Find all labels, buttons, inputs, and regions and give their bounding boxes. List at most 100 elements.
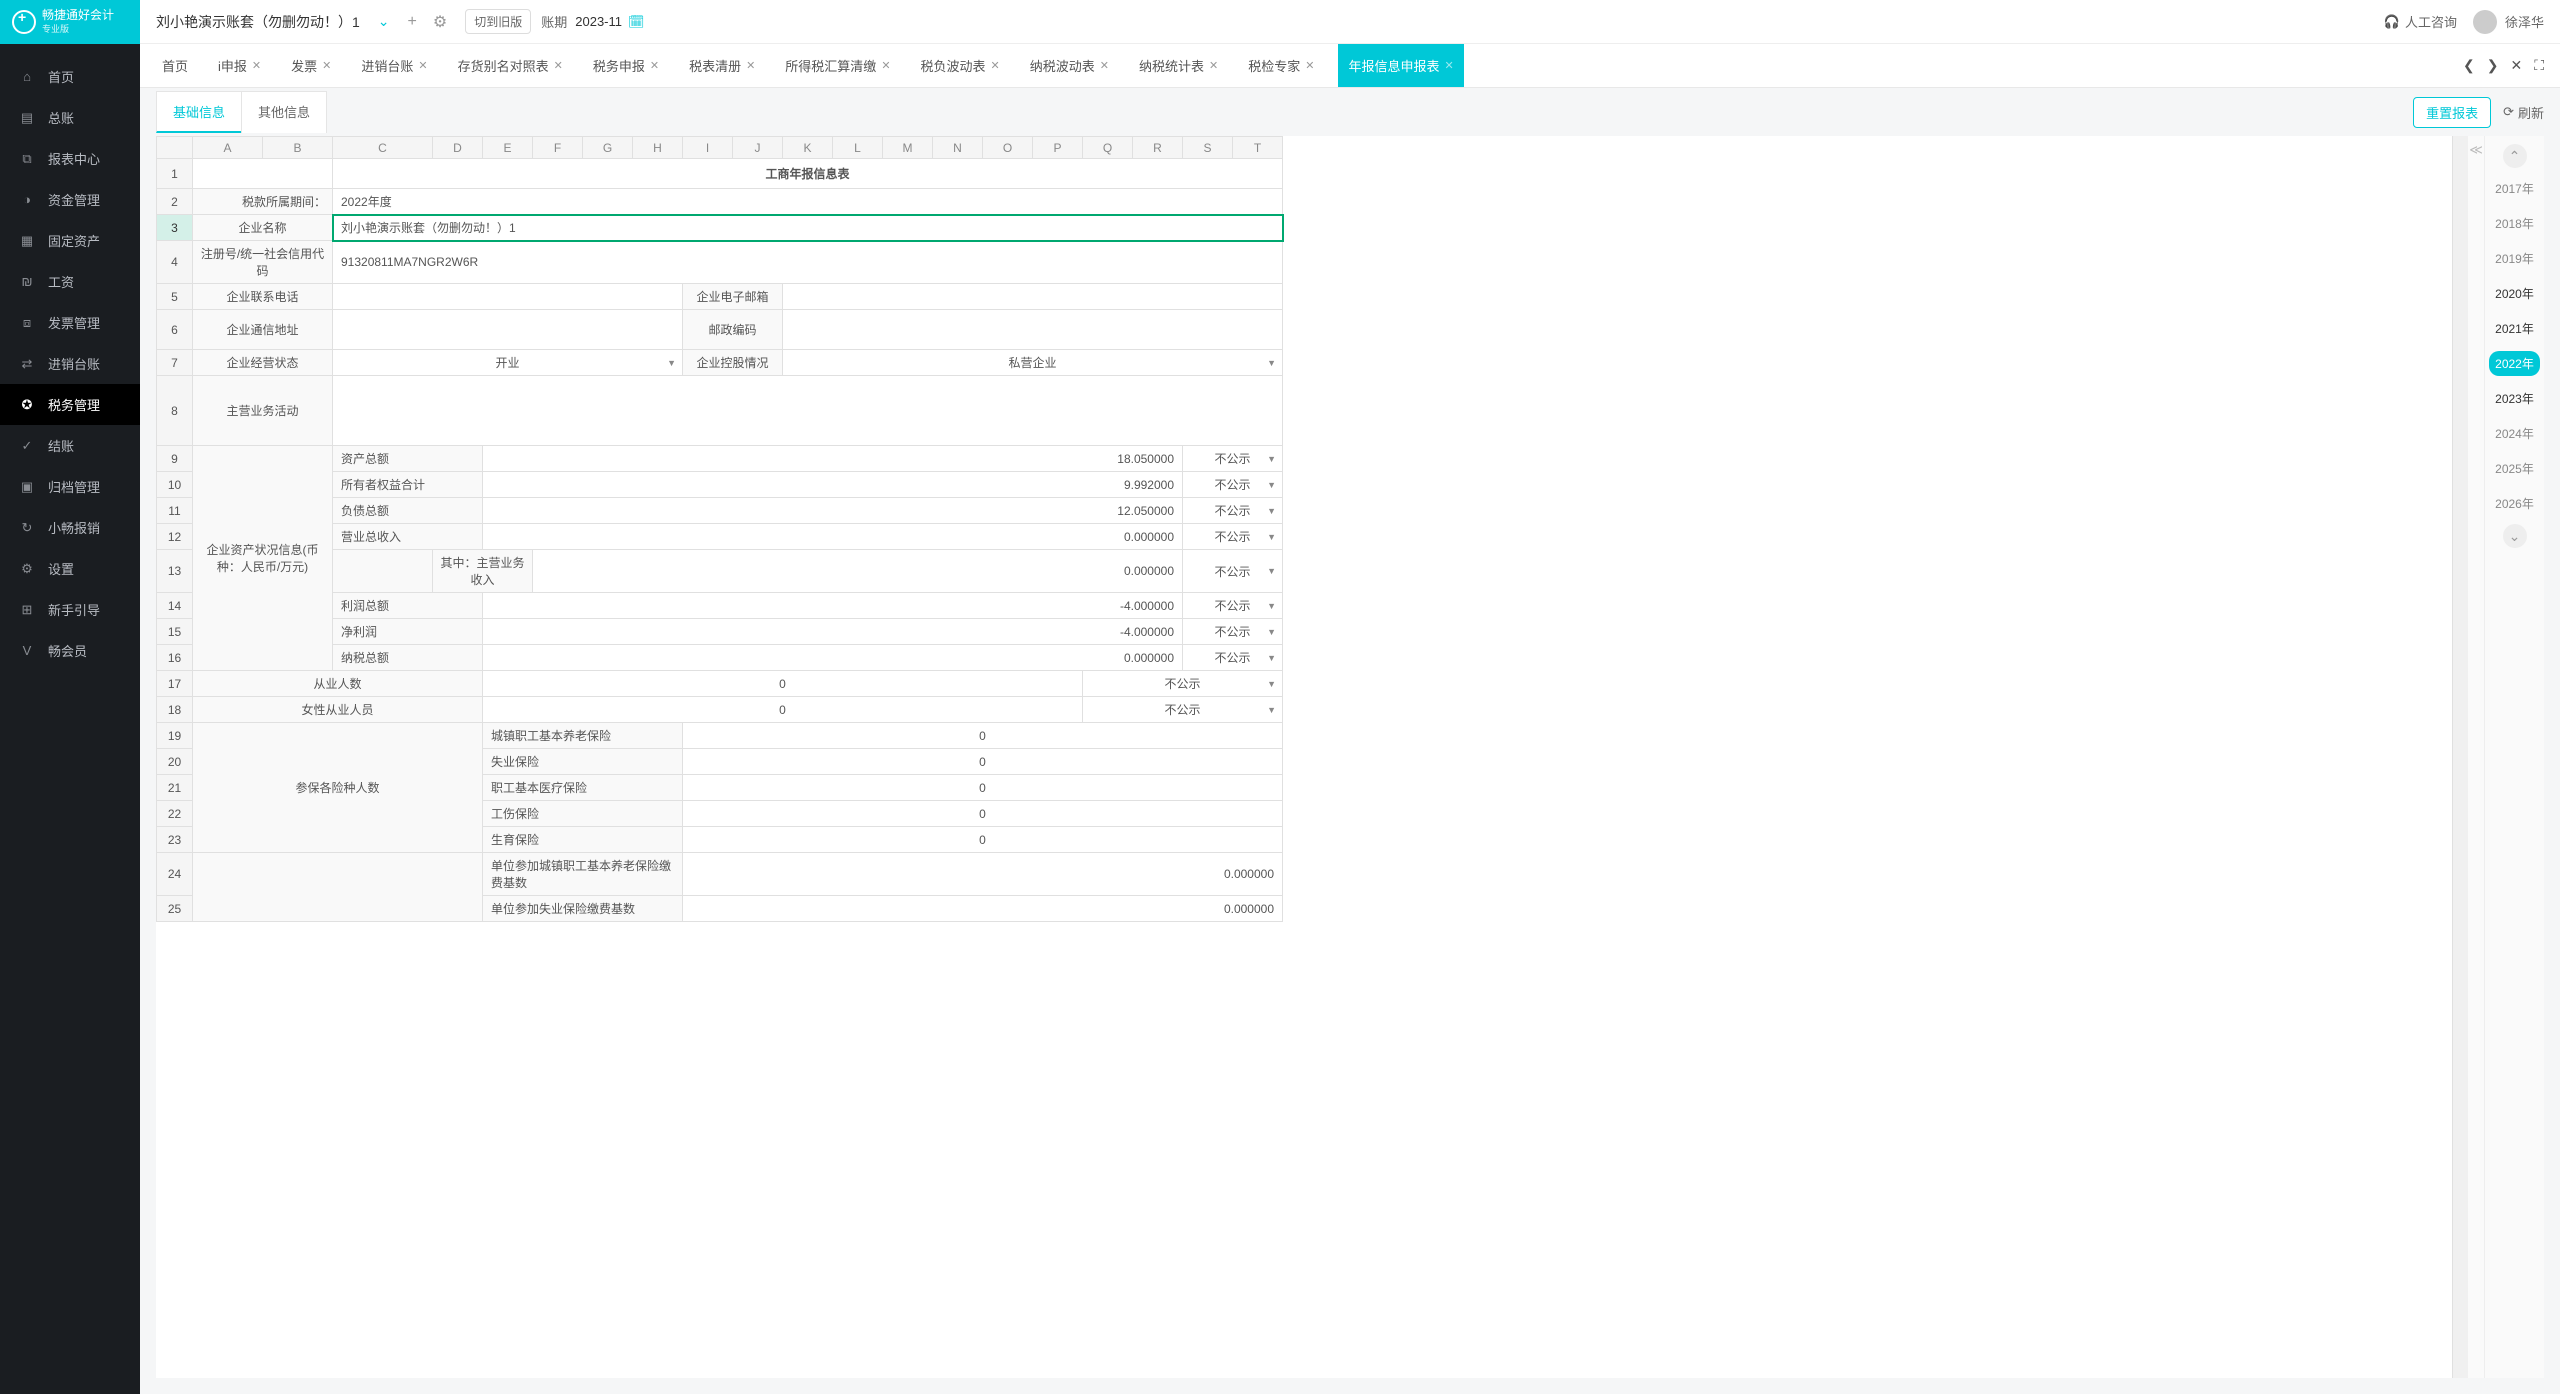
nav-item[interactable]: ▤总账 xyxy=(0,97,140,138)
row-header[interactable]: 6 xyxy=(157,310,193,350)
base-value[interactable]: 0.000000 xyxy=(683,853,1283,896)
col-header[interactable]: F xyxy=(533,137,583,159)
tab[interactable]: 年报信息申报表✕ xyxy=(1338,44,1463,87)
spreadsheet[interactable]: ABCDEFGHIJKLMNOPQRST1工商年报信息表2税款所属期间：2022… xyxy=(156,136,2452,1378)
row-header[interactable]: 18 xyxy=(157,697,193,723)
insurance-value[interactable]: 0 xyxy=(683,723,1283,749)
row-header[interactable]: 9 xyxy=(157,446,193,472)
metric-value[interactable]: 12.050000 xyxy=(483,498,1183,524)
refresh-button[interactable]: ⟳ 刷新 xyxy=(2503,103,2544,122)
col-header[interactable]: C xyxy=(333,137,433,159)
nav-item[interactable]: ⊞新手引导 xyxy=(0,589,140,630)
status-select[interactable]: 开业 xyxy=(333,350,683,376)
row-header[interactable]: 1 xyxy=(157,159,193,189)
row-header[interactable]: 10 xyxy=(157,472,193,498)
company-value[interactable]: 刘小艳演示账套（勿删勿动！）1 xyxy=(333,215,1283,241)
consult-button[interactable]: 🎧 人工咨询 xyxy=(2384,12,2457,31)
tab[interactable]: 所得税汇算清缴✕ xyxy=(779,44,896,87)
row-header[interactable]: 7 xyxy=(157,350,193,376)
tab-close-icon[interactable]: ✕ xyxy=(881,59,890,72)
nav-item[interactable]: ✓结账 xyxy=(0,425,140,466)
col-header[interactable]: R xyxy=(1133,137,1183,159)
year-item[interactable]: 2019年 xyxy=(2489,246,2540,271)
zip-value[interactable] xyxy=(783,310,1283,350)
tab-close-icon[interactable]: ✕ xyxy=(1100,59,1109,72)
select-all-cell[interactable] xyxy=(157,137,193,159)
tab[interactable]: 纳税波动表✕ xyxy=(1024,44,1115,87)
year-item[interactable]: 2024年 xyxy=(2489,421,2540,446)
addr-value[interactable] xyxy=(333,310,683,350)
year-item[interactable]: 2021年 xyxy=(2489,316,2540,341)
user-menu[interactable]: 徐泽华 xyxy=(2473,10,2544,34)
col-header[interactable]: J xyxy=(733,137,783,159)
row-header[interactable]: 11 xyxy=(157,498,193,524)
col-header[interactable]: P xyxy=(1033,137,1083,159)
metric-value[interactable]: 0.000000 xyxy=(533,550,1183,593)
col-header[interactable]: L xyxy=(833,137,883,159)
account-dropdown-icon[interactable]: ⌄ xyxy=(378,13,390,30)
col-header[interactable]: E xyxy=(483,137,533,159)
tabs-next-icon[interactable]: ❯ xyxy=(2487,57,2499,74)
reset-report-button[interactable]: 重置报表 xyxy=(2413,97,2491,128)
holding-select[interactable]: 私营企业 xyxy=(783,350,1283,376)
row-header[interactable]: 2 xyxy=(157,189,193,215)
nav-item[interactable]: ⧉报表中心 xyxy=(0,138,140,179)
row-header[interactable]: 23 xyxy=(157,827,193,853)
nav-item[interactable]: ↻小畅报销 xyxy=(0,507,140,548)
tab[interactable]: 进销台账✕ xyxy=(355,44,433,87)
row-header[interactable]: 17 xyxy=(157,671,193,697)
base-value[interactable]: 0.000000 xyxy=(683,896,1283,922)
row-header[interactable]: 14 xyxy=(157,593,193,619)
year-item[interactable]: 2017年 xyxy=(2489,176,2540,201)
metric-value[interactable]: 0.000000 xyxy=(483,524,1183,550)
tab-close-icon[interactable]: ✕ xyxy=(322,59,331,72)
row-header[interactable]: 12 xyxy=(157,524,193,550)
tab[interactable]: i申报✕ xyxy=(212,44,267,87)
year-item[interactable]: 2018年 xyxy=(2489,211,2540,236)
regno-value[interactable]: 91320811MA7NGR2W6R xyxy=(333,241,1283,284)
tab-close-icon[interactable]: ✕ xyxy=(252,59,261,72)
tab-close-icon[interactable]: ✕ xyxy=(1209,59,1218,72)
insurance-value[interactable]: 0 xyxy=(683,775,1283,801)
email-value[interactable] xyxy=(783,284,1283,310)
row-header[interactable]: 21 xyxy=(157,775,193,801)
nav-item[interactable]: ₪工资 xyxy=(0,261,140,302)
phone-value[interactable] xyxy=(333,284,683,310)
vertical-scrollbar[interactable] xyxy=(2452,136,2468,1378)
tab[interactable]: 纳税统计表✕ xyxy=(1133,44,1224,87)
collapse-year-panel-icon[interactable]: ≪ xyxy=(2469,142,2483,158)
tab[interactable]: 发票✕ xyxy=(285,44,337,87)
emp-value[interactable]: 0 xyxy=(483,671,1083,697)
horizontal-scrollbar[interactable] xyxy=(156,922,2452,938)
col-header[interactable]: D xyxy=(433,137,483,159)
col-header[interactable]: M xyxy=(883,137,933,159)
publish-select[interactable]: 不公示 xyxy=(1183,619,1283,645)
tabs-close-all-icon[interactable]: ✕ xyxy=(2510,57,2522,74)
subtab[interactable]: 基础信息 xyxy=(156,91,241,133)
col-header[interactable]: T xyxy=(1233,137,1283,159)
row-header[interactable]: 16 xyxy=(157,645,193,671)
female-value[interactable]: 0 xyxy=(483,697,1083,723)
publish-select[interactable]: 不公示 xyxy=(1083,697,1283,723)
nav-item[interactable]: ⌂首页 xyxy=(0,56,140,97)
nav-item[interactable]: ⇄进销台账 xyxy=(0,343,140,384)
publish-select[interactable]: 不公示 xyxy=(1183,498,1283,524)
tabs-prev-icon[interactable]: ❮ xyxy=(2463,57,2475,74)
tab-close-icon[interactable]: ✕ xyxy=(1305,59,1314,72)
tab[interactable]: 存货别名对照表✕ xyxy=(452,44,569,87)
tab-close-icon[interactable]: ✕ xyxy=(418,59,427,72)
nav-item[interactable]: ✪税务管理 xyxy=(0,384,140,425)
row-header[interactable]: 3 xyxy=(157,215,193,241)
col-header[interactable]: O xyxy=(983,137,1033,159)
publish-select[interactable]: 不公示 xyxy=(1183,593,1283,619)
insurance-value[interactable]: 0 xyxy=(683,801,1283,827)
row-header[interactable]: 19 xyxy=(157,723,193,749)
col-header[interactable]: K xyxy=(783,137,833,159)
row-header[interactable]: 25 xyxy=(157,896,193,922)
row-header[interactable]: 24 xyxy=(157,853,193,896)
year-item[interactable]: 2026年 xyxy=(2489,491,2540,516)
row-header[interactable]: 15 xyxy=(157,619,193,645)
row-header[interactable]: 22 xyxy=(157,801,193,827)
calendar-icon[interactable]: 🗓 xyxy=(628,14,645,30)
col-header[interactable]: Q xyxy=(1083,137,1133,159)
